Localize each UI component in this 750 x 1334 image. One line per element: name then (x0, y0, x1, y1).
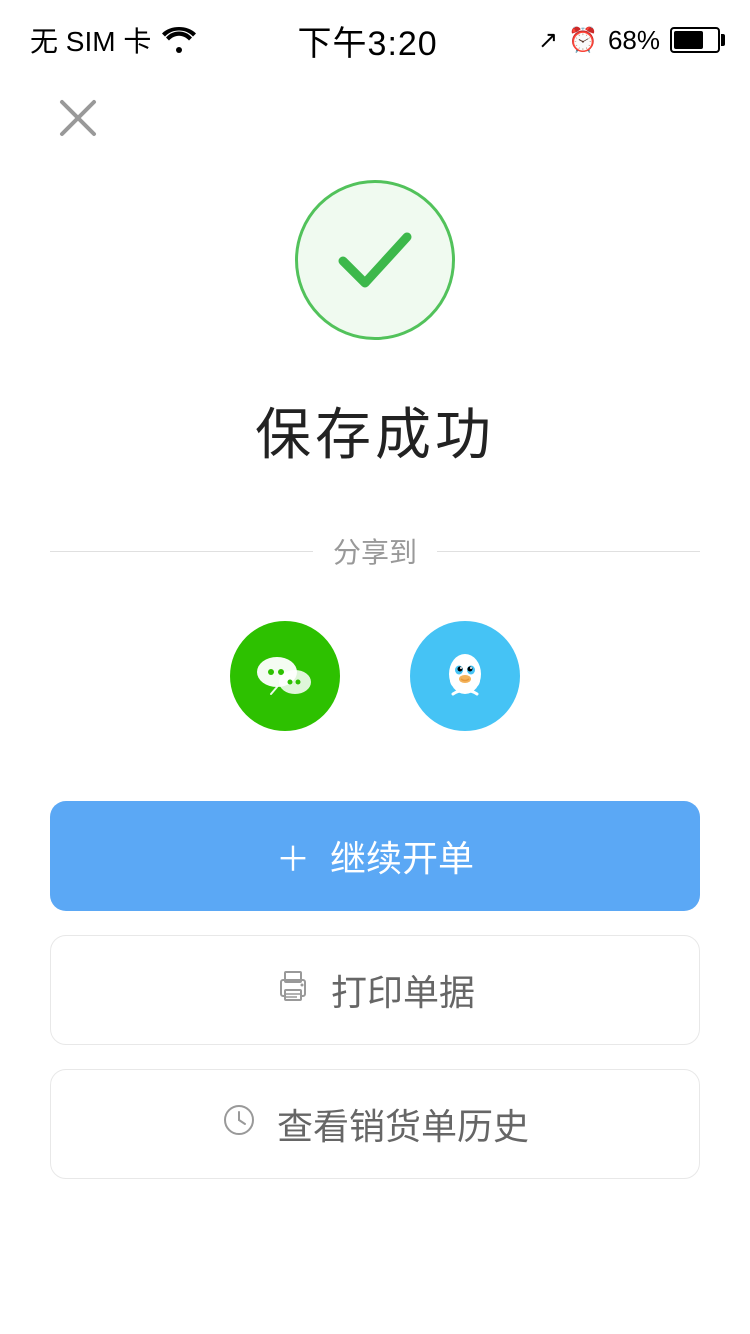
carrier-wifi: 无 SIM 卡 (30, 20, 197, 60)
actions-section: ＋ 继续开单 打印单据 查看销货单历史 (0, 801, 750, 1179)
close-icon (56, 96, 100, 140)
divider-line-right (437, 551, 700, 552)
status-right-icons: ↗ ⏰ 68% (538, 25, 720, 56)
alarm-icon: ⏰ (568, 26, 598, 55)
divider-line-left (50, 551, 313, 552)
share-section: 分享到 (0, 531, 750, 781)
share-divider: 分享到 (0, 531, 750, 571)
success-section: 保存成功 (0, 180, 750, 471)
printer-icon (275, 968, 311, 1013)
history-label: 查看销货单历史 (277, 1098, 529, 1150)
plus-icon: ＋ (276, 832, 310, 881)
close-button[interactable] (48, 88, 108, 148)
continue-button[interactable]: ＋ 继续开单 (50, 801, 700, 911)
wechat-icon (251, 642, 319, 710)
checkmark-icon (335, 225, 415, 295)
qq-share-button[interactable] (410, 621, 520, 731)
success-title: 保存成功 (255, 390, 495, 471)
wechat-share-button[interactable] (230, 621, 340, 731)
status-time: 下午3:20 (298, 16, 438, 65)
success-circle (295, 180, 455, 340)
status-bar: 无 SIM 卡 下午3:20 ↗ ⏰ 68% (0, 0, 750, 80)
continue-label: 继续开单 (330, 830, 474, 882)
history-button[interactable]: 查看销货单历史 (50, 1069, 700, 1179)
share-label: 分享到 (333, 531, 417, 571)
print-label: 打印单据 (331, 964, 475, 1016)
share-icons (230, 621, 520, 731)
battery-fill (674, 31, 703, 49)
qq-icon (433, 644, 497, 708)
carrier-text: 无 SIM 卡 (30, 20, 151, 60)
battery-text: 68% (608, 25, 660, 56)
wifi-icon (161, 27, 197, 53)
print-button[interactable]: 打印单据 (50, 935, 700, 1045)
clock-icon (221, 1102, 257, 1147)
location-icon: ↗ (538, 26, 558, 55)
battery-icon (670, 27, 720, 53)
